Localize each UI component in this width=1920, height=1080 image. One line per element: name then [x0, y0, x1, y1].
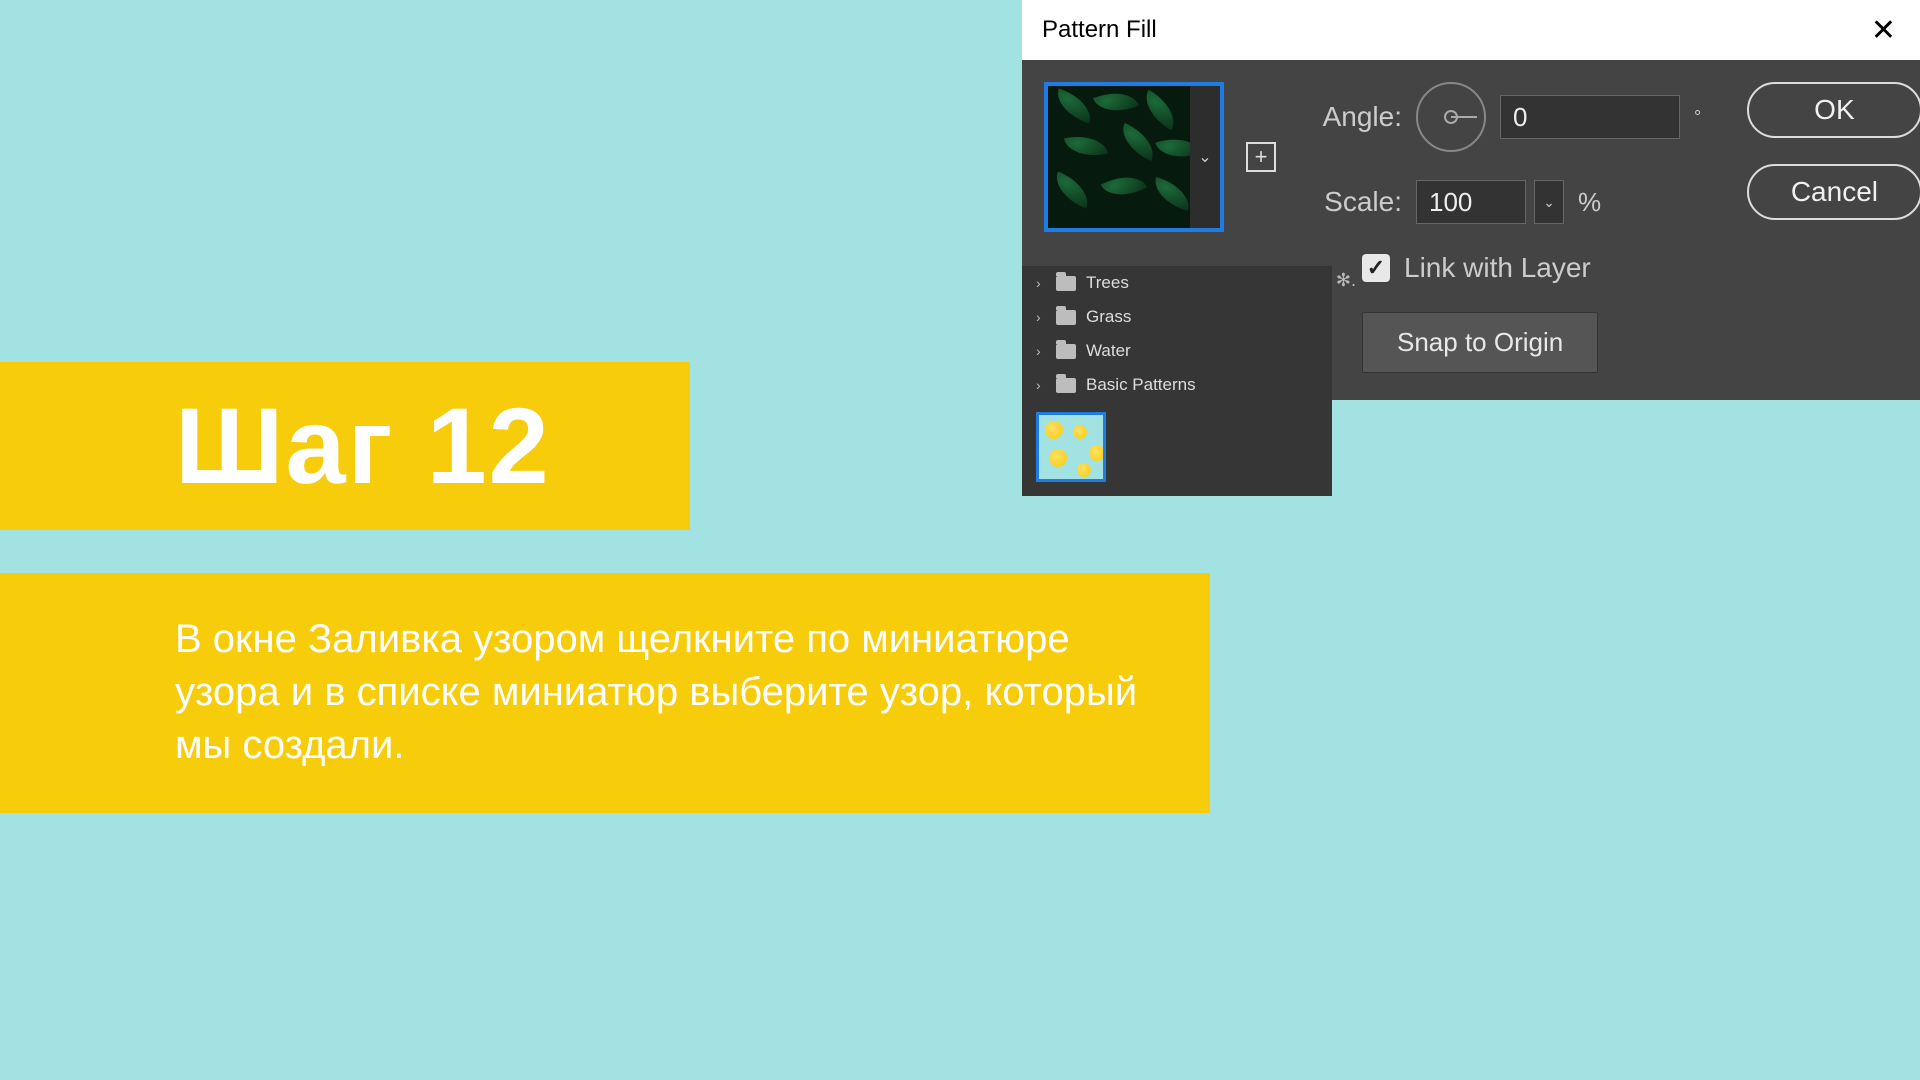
angle-input[interactable] — [1500, 95, 1680, 139]
angle-label: Angle: — [1312, 101, 1402, 133]
folder-label: Basic Patterns — [1086, 375, 1196, 395]
link-checkbox[interactable]: ✓ — [1362, 254, 1390, 282]
dialog-titlebar: Pattern Fill ✕ — [1022, 0, 1920, 60]
chevron-down-icon: ⌄ — [1198, 147, 1211, 167]
pattern-preview[interactable]: ⌄ — [1044, 82, 1224, 232]
pattern-swatch-leaves — [1048, 86, 1190, 228]
scale-input[interactable] — [1416, 180, 1526, 224]
chevron-down-icon: ⌄ — [1543, 194, 1555, 211]
chevron-right-icon: › — [1036, 275, 1046, 291]
folder-trees[interactable]: › Trees — [1022, 266, 1332, 300]
angle-dial[interactable] — [1416, 82, 1486, 152]
folder-icon — [1056, 344, 1076, 359]
folder-icon — [1056, 276, 1076, 291]
link-label: Link with Layer — [1404, 252, 1591, 284]
chevron-right-icon: › — [1036, 309, 1046, 325]
add-pattern-button[interactable]: + — [1246, 142, 1276, 172]
close-icon[interactable]: ✕ — [1865, 13, 1902, 48]
controls-column: Angle: ° Scale: ⌄ % ✓ Link with Layer Sn… — [1312, 82, 1701, 373]
pattern-picker: ✻. › Trees › Grass › Water › Basic Patte… — [1022, 266, 1332, 496]
folder-water[interactable]: › Water — [1022, 334, 1332, 368]
folder-grass[interactable]: › Grass — [1022, 300, 1332, 334]
percent-symbol: % — [1578, 187, 1601, 218]
folder-basic-patterns[interactable]: › Basic Patterns — [1022, 368, 1332, 402]
folder-label: Grass — [1086, 307, 1131, 327]
step-description: В окне Заливка узором щелкните по миниат… — [0, 573, 1210, 813]
step-title: Шаг 12 — [0, 362, 690, 530]
pattern-fill-dialog: Pattern Fill ✕ ⌄ — [1022, 0, 1920, 400]
link-row: ✓ Link with Layer — [1362, 252, 1701, 284]
dialog-buttons: OK Cancel — [1747, 82, 1920, 220]
pattern-dropdown[interactable]: ⌄ — [1190, 86, 1220, 228]
scale-label: Scale: — [1312, 186, 1402, 218]
folder-label: Water — [1086, 341, 1131, 361]
ok-button[interactable]: OK — [1747, 82, 1920, 138]
dialog-body: ⌄ + ✻. › Trees › Grass › Wate — [1022, 60, 1920, 400]
chevron-right-icon: › — [1036, 377, 1046, 393]
folder-icon — [1056, 310, 1076, 325]
degree-symbol: ° — [1694, 107, 1701, 128]
pattern-thumb-lemons[interactable] — [1036, 412, 1106, 482]
snap-to-origin-button[interactable]: Snap to Origin — [1362, 312, 1598, 373]
folder-icon — [1056, 378, 1076, 393]
chevron-right-icon: › — [1036, 343, 1046, 359]
dialog-title: Pattern Fill — [1042, 16, 1157, 44]
folder-label: Trees — [1086, 273, 1129, 293]
angle-row: Angle: ° — [1312, 82, 1701, 152]
check-icon: ✓ — [1367, 255, 1385, 281]
scale-row: Scale: ⌄ % — [1312, 180, 1701, 224]
cancel-button[interactable]: Cancel — [1747, 164, 1920, 220]
scale-dropdown[interactable]: ⌄ — [1534, 180, 1564, 224]
